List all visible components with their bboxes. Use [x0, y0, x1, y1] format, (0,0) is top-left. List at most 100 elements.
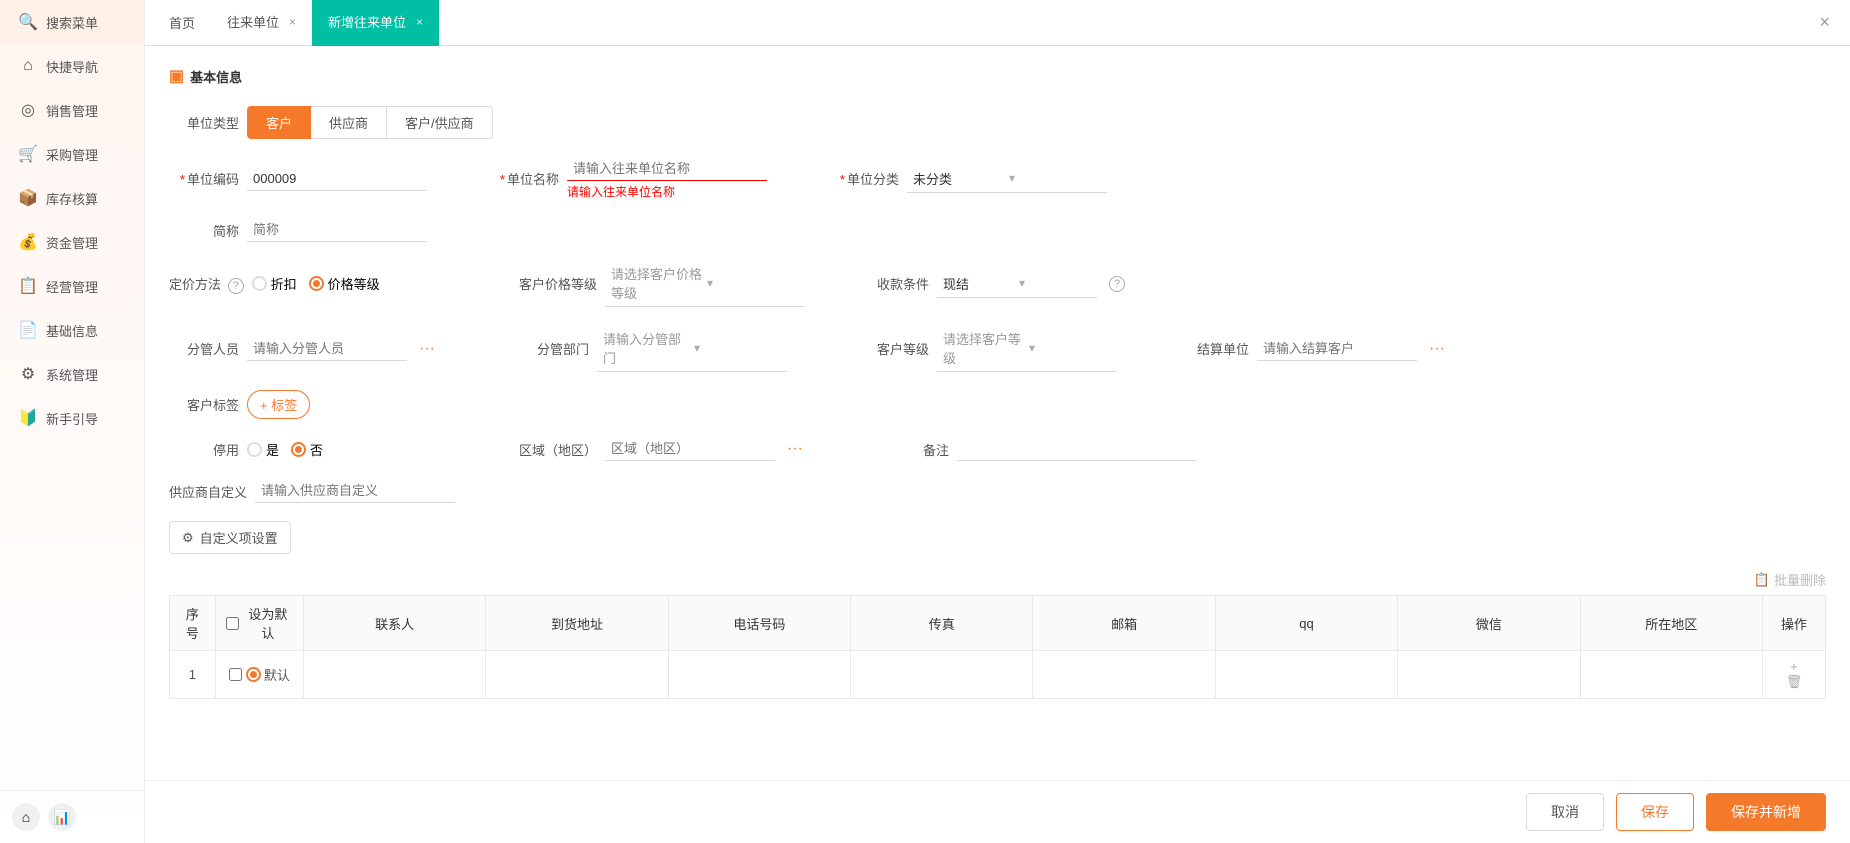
short-name-input[interactable] [247, 218, 427, 242]
sidebar-bottom-icon-1[interactable]: ⌂ [12, 803, 40, 831]
row-email[interactable] [1033, 651, 1215, 699]
pricing-row: 定价方法 ? 折扣 价格等级 客户价格等级 请选择客户价 [169, 260, 1826, 307]
remark-field: 备注 [879, 437, 1826, 461]
row-select-checkbox[interactable] [229, 668, 242, 681]
supplier-custom-label: 供应商自定义 [169, 482, 247, 501]
supplier-custom-input[interactable] [255, 479, 455, 503]
form-content: ▣ 基本信息 单位类型 客户 供应商 客户/供应商 *单位编码 *单位名称 [145, 46, 1850, 780]
unit-category-arrow: ▾ [1009, 171, 1101, 185]
unit-code-input[interactable] [247, 167, 427, 191]
row-wechat[interactable] [1398, 651, 1580, 699]
customer-level-select[interactable]: 请选择客户等级 ▾ [937, 325, 1117, 372]
pricing-level-radio[interactable] [309, 276, 324, 291]
unit-type-both-btn[interactable]: 客户/供应商 [387, 106, 493, 139]
row-actions: + 🗑 [1762, 651, 1825, 699]
remark-input[interactable] [957, 437, 1197, 461]
unit-type-field: 单位类型 客户 供应商 客户/供应商 [169, 106, 1826, 139]
row-address[interactable] [486, 651, 668, 699]
save-and-new-button[interactable]: 保存并新增 [1706, 793, 1826, 831]
sidebar-bottom: ⌂ 📊 [0, 790, 144, 843]
col-action: 操作 [1762, 596, 1825, 651]
row-phone[interactable] [668, 651, 850, 699]
col-fax: 传真 [851, 596, 1033, 651]
tab-partner-close[interactable]: × [289, 15, 296, 29]
col-default: 设为默认 [215, 596, 303, 651]
unit-name-label: *单位名称 [489, 169, 559, 188]
col-location: 所在地区 [1580, 596, 1762, 651]
pricing-discount-radio[interactable] [252, 276, 267, 291]
sidebar-item-sales[interactable]: ◎ 销售管理 [0, 88, 144, 132]
add-tag-button[interactable]: + 标签 [247, 390, 310, 419]
settlement-unit-more-btn[interactable]: ··· [1425, 340, 1449, 358]
row-qq[interactable] [1215, 651, 1397, 699]
pricing-hint-icon[interactable]: ? [228, 278, 244, 294]
main-area: 首页 往来单位 × 新增往来单位 × × ▣ 基本信息 单位类型 客户 供应商 … [145, 0, 1850, 843]
row-contact[interactable] [303, 651, 485, 699]
region-more-btn[interactable]: ··· [783, 440, 807, 458]
customer-tag-row: 客户标签 + 标签 [169, 390, 1826, 419]
unit-name-input[interactable] [567, 157, 767, 181]
unit-type-customer-btn[interactable]: 客户 [247, 106, 311, 139]
sidebar-item-guide[interactable]: 🔰 新手引导 [0, 396, 144, 440]
disabled-yes-radio[interactable] [247, 442, 262, 457]
manager-row: 分管人员 ··· 分管部门 请输入分管部门 ▾ 客户等级 请选择客户等级 ▾ 结… [169, 325, 1826, 372]
tab-new-partner[interactable]: 新增往来单位 × [312, 0, 439, 46]
custom-settings-button[interactable]: ⚙ 自定义项设置 [169, 521, 291, 554]
sidebar-item-purchase[interactable]: 🛒 采购管理 [0, 132, 144, 176]
unit-type-supplier-btn[interactable]: 供应商 [311, 106, 387, 139]
col-seq: 序号 [170, 596, 216, 651]
pricing-level-option[interactable]: 价格等级 [309, 274, 380, 293]
tab-new-partner-close[interactable]: × [416, 15, 423, 29]
region-input[interactable] [605, 437, 775, 461]
row-default-radio[interactable] [246, 667, 261, 682]
customer-price-level-select[interactable]: 请选择客户价格等级 ▾ [605, 260, 805, 307]
manager-more-btn[interactable]: ··· [415, 340, 439, 358]
disabled-yes-option[interactable]: 是 [247, 440, 279, 459]
col-address: 到货地址 [486, 596, 668, 651]
system-icon: ⚙ [18, 364, 38, 384]
save-button[interactable]: 保存 [1616, 793, 1694, 831]
form-footer: 取消 保存 保存并新增 [145, 780, 1850, 843]
payment-terms-hint-icon[interactable]: ? [1109, 276, 1125, 292]
tab-home[interactable]: 首页 [153, 0, 211, 46]
row-fax[interactable] [851, 651, 1033, 699]
unit-type-row: 单位类型 客户 供应商 客户/供应商 [169, 106, 1826, 139]
row-location[interactable] [1580, 651, 1762, 699]
contact-table-wrap: 📋 批量删除 序号 设为默认 联系人 到货 [169, 570, 1826, 699]
section-title-icon: ▣ [169, 66, 184, 86]
disabled-no-radio[interactable] [291, 442, 306, 457]
settlement-unit-input[interactable] [1257, 337, 1417, 361]
pricing-radio-group: 折扣 价格等级 [252, 274, 380, 293]
sidebar-item-finance[interactable]: 💰 资金管理 [0, 220, 144, 264]
payment-terms-select[interactable]: 现结 ▾ [937, 270, 1097, 298]
manager-input[interactable] [247, 337, 407, 361]
select-all-checkbox[interactable] [226, 617, 239, 630]
sidebar: 🔍 搜索菜单 ⌂ 快捷导航 ◎ 销售管理 🛒 采购管理 📦 库存核算 💰 资金管… [0, 0, 145, 843]
pricing-label: 定价方法 ? [169, 274, 244, 294]
customer-level-label: 客户等级 [859, 339, 929, 358]
batch-delete-button[interactable]: 📋 批量删除 [1754, 570, 1826, 589]
sidebar-bottom-icon-2[interactable]: 📊 [48, 803, 76, 831]
sidebar-item-quick-nav[interactable]: ⌂ 快捷导航 [0, 44, 144, 88]
tab-partner[interactable]: 往来单位 × [211, 0, 312, 46]
sidebar-item-system[interactable]: ⚙ 系统管理 [0, 352, 144, 396]
unit-category-select[interactable]: 未分类 ▾ [907, 165, 1107, 193]
disabled-radio-group: 是 否 [247, 440, 323, 459]
pricing-discount-option[interactable]: 折扣 [252, 274, 297, 293]
row-delete-btn[interactable]: 🗑 [1786, 674, 1803, 689]
row-default-label: 默认 [264, 665, 290, 684]
sidebar-item-inventory[interactable]: 📦 库存核算 [0, 176, 144, 220]
inventory-icon: 📦 [18, 188, 38, 208]
disabled-no-option[interactable]: 否 [291, 440, 323, 459]
window-close-button[interactable]: × [1807, 12, 1842, 33]
supplier-custom-row: 供应商自定义 [169, 479, 1826, 503]
cancel-button[interactable]: 取消 [1526, 793, 1604, 831]
sidebar-item-operations[interactable]: 📋 经营管理 [0, 264, 144, 308]
sales-icon: ◎ [18, 100, 38, 120]
sidebar-item-basic-info[interactable]: 📄 基础信息 [0, 308, 144, 352]
contact-table: 序号 设为默认 联系人 到货地址 电话号码 传真 邮箱 qq [169, 595, 1826, 699]
row-add-btn[interactable]: + [1790, 659, 1798, 674]
sidebar-item-search[interactable]: 🔍 搜索菜单 [0, 0, 144, 44]
settlement-unit-field: 结算单位 ··· [1179, 337, 1826, 361]
department-select[interactable]: 请输入分管部门 ▾ [597, 325, 787, 372]
